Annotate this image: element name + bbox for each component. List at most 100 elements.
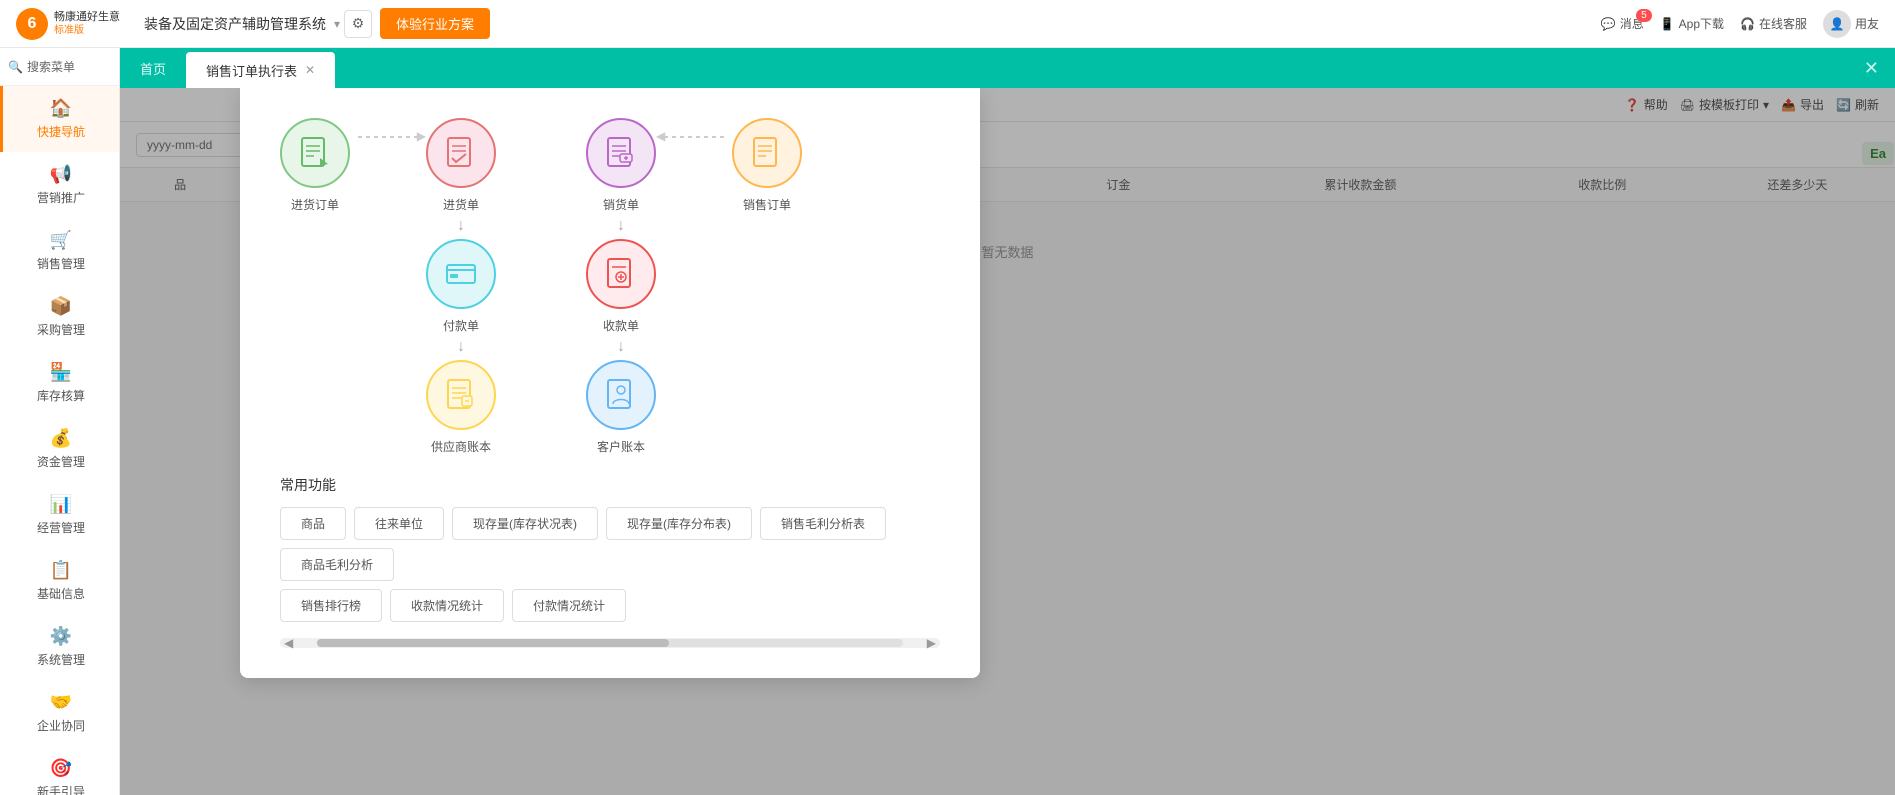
system-dropdown-arrow[interactable]: ▾ [334,17,340,31]
receipt-node[interactable]: 收款单 [586,239,656,334]
sidebar-item-label: 营销推广 [37,189,85,206]
message-badge: 5 [1636,9,1652,22]
sidebar-item-quick-nav[interactable]: 🏠 快捷导航 [0,86,119,152]
tab-close-button[interactable]: ✕ [305,63,315,77]
supplier-ledger-circle [426,360,496,430]
sales-order-circle [732,118,802,188]
sidebar: 🔍 搜索菜单 🏠 快捷导航 📢 营销推广 🛒 销售管理 📦 采购管理 🏪 库存核… [0,48,120,795]
scrollbar-track[interactable] [317,639,903,647]
func-receipt-stats[interactable]: 收款情况统计 [390,589,504,622]
supplier-ledger-node[interactable]: 供应商账本 [426,360,496,455]
sidebar-search[interactable]: 🔍 搜索菜单 [0,48,119,86]
user-item[interactable]: 👤 用友 [1823,10,1879,38]
home-icon: 🏠 [50,98,72,119]
scroll-right-arrow[interactable]: ▶ [923,636,940,650]
modal-overlay[interactable]: 进货订单 [120,88,1895,795]
func-stock-dist[interactable]: 现存量(库存分布表) [606,507,752,540]
sidebar-item-marketing[interactable]: 📢 营销推广 [0,152,119,218]
page-content: ❓ 帮助 🖨 按模板打印 ▾ 📤 导出 🔄 刷新 [120,88,1895,795]
sidebar-item-system[interactable]: ⚙️ 系统管理 [0,614,119,680]
func-partner[interactable]: 往来单位 [354,507,444,540]
sidebar-item-enterprise[interactable]: 🤝 企业协同 [0,680,119,746]
basic-info-icon: 📋 [50,560,72,581]
header-right: 💬 消息 5 📱 App下载 🎧 在线客服 👤 用友 [1601,10,1879,38]
sales-bill-node[interactable]: 销货单 [586,118,656,213]
func-payment-stats[interactable]: 付款情况统计 [512,589,626,622]
inventory-icon: 🏪 [50,362,72,383]
sidebar-item-label: 企业协同 [37,717,85,734]
arrow-po-to-pb [350,136,426,138]
trial-button[interactable]: 体验行业方案 [380,8,490,39]
sales-icon: 🛒 [50,230,72,251]
function-buttons: 商品 往来单位 现存量(库存状况表) 现存量(库存分布表) 销售毛利分析表 商品… [280,507,940,581]
payment-circle [426,239,496,309]
purchase-bill-node[interactable]: 进货单 [426,118,496,213]
modal-scrollbar[interactable]: ◀ ▶ [280,638,940,648]
sidebar-item-label: 快捷导航 [37,123,85,140]
guide-icon: 🎯 [50,758,72,779]
sales-order-group: 销售订单 [732,118,802,213]
sidebar-item-purchase[interactable]: 📦 采购管理 [0,284,119,350]
purchase-bill-label: 进货单 [443,196,479,213]
tab-bar: 首页 销售订单执行表 ✕ ✕ [120,48,1895,88]
purchase-icon: 📦 [50,296,72,317]
headset-icon: 🎧 [1740,17,1755,31]
sidebar-item-label: 经营管理 [37,519,85,536]
sidebar-item-label: 新手引导 [37,783,85,795]
operations-icon: 📊 [50,494,72,515]
func-product[interactable]: 商品 [280,507,346,540]
sidebar-item-operations[interactable]: 📊 经营管理 [0,482,119,548]
flow-diagram: 进货订单 [280,118,940,455]
right-pair: 销货单 ↓ 收款单 ↓ [586,118,802,455]
purchase-order-circle [280,118,350,188]
sidebar-item-label: 资金管理 [37,453,85,470]
search-icon: 🔍 [8,60,23,74]
tab-home[interactable]: 首页 [120,48,186,88]
marketing-icon: 📢 [50,164,72,185]
purchase-bill-circle [426,118,496,188]
online-service-item[interactable]: 🎧 在线客服 [1740,15,1807,32]
sales-bill-group: 销货单 ↓ 收款单 ↓ [586,118,656,455]
phone-icon: 📱 [1660,17,1675,31]
payment-node[interactable]: 付款单 [426,239,496,334]
top-header: 6 畅康通好生意 标准版 装备及固定资产辅助管理系统 ▾ ⚙ 体验行业方案 💬 … [0,0,1895,48]
purchase-order-node[interactable]: 进货订单 [280,118,350,213]
sidebar-item-label: 系统管理 [37,651,85,668]
function-buttons-row2: 销售排行榜 收款情况统计 付款情况统计 [280,589,940,622]
supplier-ledger-label: 供应商账本 [431,438,491,455]
sidebar-item-basic-info[interactable]: 📋 基础信息 [0,548,119,614]
system-title-area: 装备及固定资产辅助管理系统 ▾ [144,14,340,34]
left-pair: 进货订单 [280,118,496,455]
app-download-item[interactable]: 📱 App下载 [1660,15,1724,32]
func-stock-status[interactable]: 现存量(库存状况表) [452,507,598,540]
avatar: 👤 [1823,10,1851,38]
func-product-profit[interactable]: 商品毛利分析 [280,548,394,581]
main-layout: 🔍 搜索菜单 🏠 快捷导航 📢 营销推广 🛒 销售管理 📦 采购管理 🏪 库存核… [0,48,1895,795]
purchase-bill-group: 进货单 ↓ 付款单 ↓ [426,118,496,455]
sidebar-item-label: 销售管理 [37,255,85,272]
sidebar-item-finance[interactable]: 💰 资金管理 [0,416,119,482]
arrow-pb-down: ↓ [457,217,465,235]
func-sales-profit[interactable]: 销售毛利分析表 [760,507,886,540]
sidebar-item-label: 采购管理 [37,321,85,338]
tab-sales-exec[interactable]: 销售订单执行表 ✕ [186,52,335,88]
message-icon: 💬 [1601,17,1616,31]
message-item[interactable]: 💬 消息 5 [1601,15,1644,32]
tab-close-all[interactable]: ✕ [1848,48,1895,88]
sidebar-item-guide[interactable]: 🎯 新手引导 [0,746,119,795]
customer-ledger-node[interactable]: 客户账本 [586,360,656,455]
sidebar-item-sales[interactable]: 🛒 销售管理 [0,218,119,284]
gear-button[interactable]: ⚙ [344,10,372,38]
arrow-receipt-down: ↓ [617,338,625,356]
sidebar-item-label: 库存核算 [37,387,85,404]
func-sales-rank[interactable]: 销售排行榜 [280,589,382,622]
sidebar-item-inventory[interactable]: 🏪 库存核算 [0,350,119,416]
sales-bill-label: 销货单 [603,196,639,213]
scroll-left-arrow[interactable]: ◀ [280,636,297,650]
payment-label: 付款单 [443,317,479,334]
sales-order-node[interactable]: 销售订单 [732,118,802,213]
logo-text: 畅康通好生意 标准版 [54,10,120,37]
purchase-order-group: 进货订单 [280,118,350,213]
scrollbar-thumb[interactable] [317,639,668,647]
receipt-label: 收款单 [603,317,639,334]
